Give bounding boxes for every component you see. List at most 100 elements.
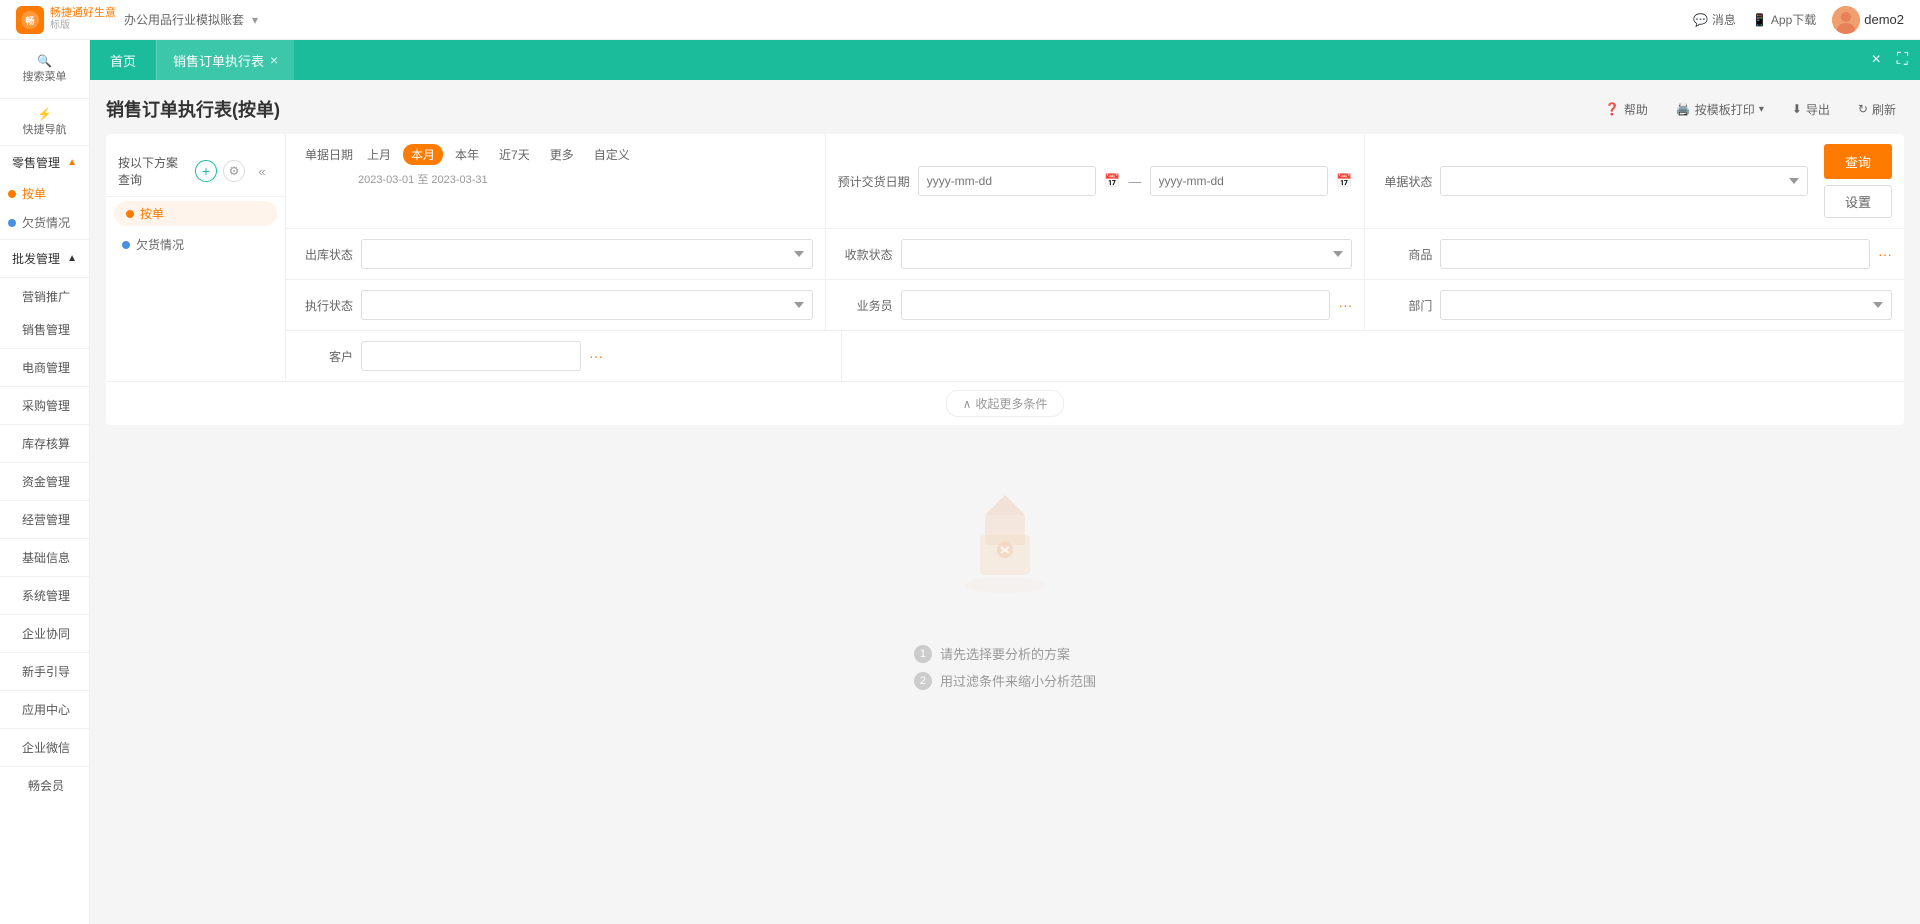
collapse-more-btn[interactable]: ∧ 收起更多条件 <box>946 390 1065 417</box>
date-separator: — <box>1129 174 1142 189</box>
date-btn-last-month[interactable]: 上月 <box>359 144 399 165</box>
print-btn[interactable]: 🖨️ 按模板打印 ▾ <box>1668 97 1772 122</box>
ecommerce-label: 电商管理 <box>22 359 70 376</box>
panel-search-header: 按以下方案查询 + ⚙ « <box>106 146 285 197</box>
help-btn[interactable]: ❓ 帮助 <box>1597 97 1656 122</box>
date-btn-this-year[interactable]: 本年 <box>447 144 487 165</box>
sidebar-sub-按单[interactable]: 按单 <box>0 179 89 208</box>
欠货情况-label: 欠货情况 <box>22 214 70 231</box>
chevron-up-icon: ▲ <box>67 253 77 264</box>
sidebar-item-system[interactable]: 系统管理 <box>0 579 89 612</box>
search-menu-btn[interactable]: 🔍 搜索菜单 <box>8 50 81 88</box>
panel-left: 按以下方案查询 + ⚙ « 按单 欠货情况 <box>106 134 286 381</box>
out-status-select[interactable] <box>361 239 813 269</box>
quick-nav-btn[interactable]: ⚡ 快捷导航 <box>0 99 89 146</box>
sidebar-item-enterprise[interactable]: 企业协同 <box>0 617 89 650</box>
app-download-icon: 📱 <box>1752 13 1767 27</box>
enterprise-label: 企业协同 <box>22 625 70 642</box>
tab-active[interactable]: 销售订单执行表 × <box>156 40 294 80</box>
salesman-input[interactable] <box>901 290 1331 320</box>
divider-10 <box>0 614 89 615</box>
customer-dots-btn[interactable]: ··· <box>589 348 603 364</box>
divider-9 <box>0 576 89 577</box>
side-filter-按单[interactable]: 按单 <box>114 201 277 226</box>
sidebar-item-finance[interactable]: 资金管理 <box>0 465 89 498</box>
top-bar-right: 💬 消息 📱 App下载 demo2 <box>1693 6 1904 34</box>
divider-7 <box>0 500 89 501</box>
exec-status-select[interactable] <box>361 290 813 320</box>
date-filter-cell: 单据日期 上月 本月 本年 近7天 更多 自定义 <box>286 134 826 228</box>
export-btn[interactable]: ⬇ 导出 <box>1784 97 1838 122</box>
filter-setting-btn[interactable]: ⚙ <box>223 160 245 182</box>
sidebar-item-inventory[interactable]: 库存核算 <box>0 427 89 460</box>
divider-4 <box>0 386 89 387</box>
empty-filter-cell <box>842 331 1904 381</box>
goods-input[interactable] <box>1440 239 1870 269</box>
sidebar-item-retail[interactable]: 零售管理 ▲ <box>0 146 89 179</box>
page-title: 销售订单执行表(按单) <box>106 96 280 122</box>
filter-section-title: 按以下方案查询 <box>118 154 189 188</box>
欠货-side-label: 欠货情况 <box>136 236 184 253</box>
panel-right: 单据日期 上月 本月 本年 近7天 更多 自定义 <box>286 134 1904 381</box>
calendar-icon-end[interactable]: 📅 <box>1336 173 1352 189</box>
divider-3 <box>0 348 89 349</box>
sidebar-sub-欠货情况[interactable]: 欠货情况 <box>0 208 89 237</box>
sidebar-item-operations[interactable]: 经营管理 <box>0 503 89 536</box>
expected-date-start[interactable] <box>918 166 1097 196</box>
sidebar-item-member[interactable]: 畅会员 <box>0 769 89 802</box>
expected-date-end[interactable] <box>1150 166 1329 196</box>
sidebar-item-sales-mgmt[interactable]: 销售管理 <box>0 313 89 346</box>
window-close-btn[interactable]: × <box>1867 47 1884 73</box>
retail-label: 零售管理 <box>12 154 60 171</box>
app-download-btn[interactable]: 📱 App下载 <box>1752 11 1816 28</box>
svg-text:畅: 畅 <box>25 15 34 26</box>
sidebar-search[interactable]: 🔍 搜索菜单 <box>0 40 89 99</box>
sidebar-item-app-center[interactable]: 应用中心 <box>0 693 89 726</box>
inventory-label: 库存核算 <box>22 435 70 452</box>
date-btn-this-month[interactable]: 本月 <box>403 144 443 165</box>
filter-panel: 按以下方案查询 + ⚙ « 按单 欠货情况 <box>106 134 1904 425</box>
step-2-num: 2 <box>914 672 932 690</box>
empty-step-2: 2 用过滤条件来缩小分析范围 <box>914 671 1096 690</box>
refresh-btn[interactable]: ↻ 刷新 <box>1850 97 1904 122</box>
salesman-cell: 业务员 ··· <box>826 280 1366 330</box>
tab-home[interactable]: 首页 <box>90 40 156 80</box>
date-btn-custom[interactable]: 自定义 <box>586 144 638 165</box>
date-btn-7days[interactable]: 近7天 <box>491 144 538 165</box>
filter-collapse-btn[interactable]: « <box>251 160 273 182</box>
tab-close-btn[interactable]: × <box>270 52 278 68</box>
salesman-dots-btn[interactable]: ··· <box>1338 297 1352 313</box>
quick-nav-label: 快捷导航 <box>0 121 89 137</box>
user-area[interactable]: demo2 <box>1832 6 1904 34</box>
message-btn[interactable]: 💬 消息 <box>1693 11 1736 28</box>
query-btn[interactable]: 查询 <box>1824 144 1892 179</box>
filter-row-3: 执行状态 业务员 ··· 部门 <box>286 280 1904 331</box>
operations-label: 经营管理 <box>22 511 70 528</box>
doc-status-select[interactable] <box>1440 166 1808 196</box>
按单-dot <box>126 210 134 218</box>
sidebar-item-marketing[interactable]: 营销推广 <box>0 280 89 313</box>
customer-input[interactable] <box>361 341 581 371</box>
sidebar-item-wechat[interactable]: 企业微信 <box>0 731 89 764</box>
user-name: demo2 <box>1864 12 1904 27</box>
按单-label: 按单 <box>22 185 46 202</box>
goods-label: 商品 <box>1377 246 1432 263</box>
sidebar-item-guide[interactable]: 新手引导 <box>0 655 89 688</box>
window-expand-btn[interactable]: ⛶ <box>1893 47 1912 73</box>
dept-select[interactable] <box>1440 290 1892 320</box>
refresh-icon: ↻ <box>1858 102 1868 116</box>
date-btn-more[interactable]: 更多 <box>542 144 582 165</box>
goods-dots-btn[interactable]: ··· <box>1878 246 1892 262</box>
collect-status-select[interactable] <box>901 239 1353 269</box>
calendar-icon-start[interactable]: 📅 <box>1104 173 1120 189</box>
print-icon: 🖨️ <box>1676 102 1691 116</box>
settings-btn[interactable]: 设置 <box>1824 185 1892 218</box>
sidebar-item-purchase[interactable]: 采购管理 <box>0 389 89 422</box>
app-title-dropdown[interactable]: ▾ <box>252 13 258 27</box>
divider-1 <box>0 239 89 240</box>
sidebar-item-ecommerce[interactable]: 电商管理 <box>0 351 89 384</box>
sidebar-item-wholesale[interactable]: 批发管理 ▲ <box>0 242 89 275</box>
side-filter-欠货[interactable]: 欠货情况 <box>114 230 277 259</box>
sidebar-item-basic[interactable]: 基础信息 <box>0 541 89 574</box>
filter-add-btn[interactable]: + <box>195 160 217 182</box>
